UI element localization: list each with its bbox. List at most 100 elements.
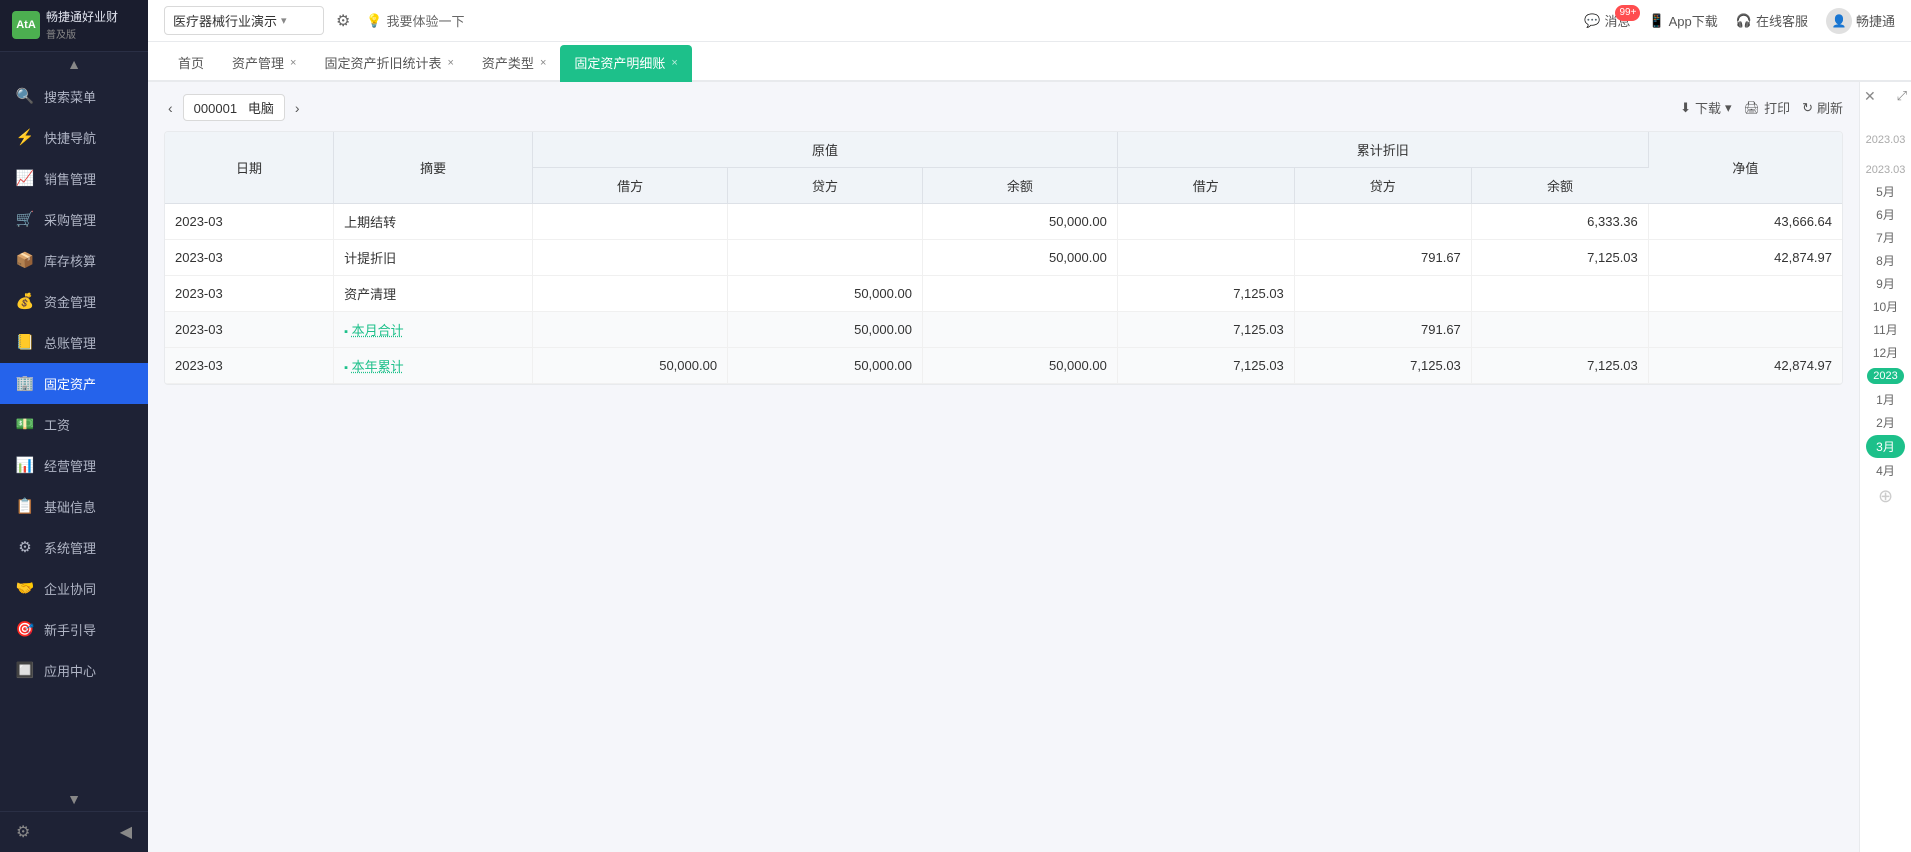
table-row-summary: 计提折旧: [334, 240, 533, 276]
table-row-summary[interactable]: ▪ 本年累计: [334, 348, 533, 384]
chevron-down-icon: ▾: [1725, 100, 1732, 116]
table-row-orig-credit: 50,000.00: [728, 276, 923, 312]
table-row-depr-credit: 791.67: [1294, 240, 1471, 276]
sidebar-item-system[interactable]: ⚙ 系统管理: [0, 527, 148, 568]
table-row-depr-balance: 7,125.03: [1471, 240, 1648, 276]
tab-home[interactable]: 首页: [164, 45, 218, 82]
table-row-net-value: 42,874.97: [1648, 348, 1842, 384]
sidebar-item-fixed-assets[interactable]: 🏢 固定资产: [0, 363, 148, 404]
sidebar-scroll-down[interactable]: ▼: [0, 787, 148, 811]
timeline-month-8[interactable]: 8月: [1860, 249, 1911, 272]
tab-asset-type[interactable]: 资产类型 ×: [468, 45, 560, 82]
sidebar-item-search[interactable]: 🔍 搜索菜单: [0, 76, 148, 117]
table-row-orig-credit: [728, 204, 923, 240]
sidebar-item-inventory[interactable]: 📦 库存核算: [0, 240, 148, 281]
timeline-month-2[interactable]: 2月: [1860, 411, 1911, 434]
tab-depreciation-stats[interactable]: 固定资产折旧统计表 ×: [310, 45, 467, 82]
customer-service-btn[interactable]: 🎧 在线客服: [1736, 11, 1808, 30]
tab-close-icon[interactable]: ×: [447, 57, 453, 69]
timeline-month-1[interactable]: 1月: [1860, 388, 1911, 411]
company-settings-icon[interactable]: ⚙: [336, 11, 350, 31]
timeline-month-12[interactable]: 12月: [1860, 341, 1911, 364]
sidebar-item-funds[interactable]: 💰 资金管理: [0, 281, 148, 322]
avatar: 👤: [1826, 8, 1852, 34]
table-row-orig-balance: [922, 312, 1117, 348]
tab-label: 固定资产折旧统计表: [324, 53, 441, 72]
sidebar-item-guide[interactable]: 🎯 新手引导: [0, 609, 148, 650]
sidebar-item-base-info[interactable]: 📋 基础信息: [0, 486, 148, 527]
topbar: 医疗器械行业演示 ▾ ⚙ 💡 我要体验一下 💬 消息 99+ 📱 App下载 🎧…: [148, 0, 1911, 42]
message-icon: 💬: [1584, 13, 1600, 29]
info-icon: 📋: [16, 497, 34, 515]
table-row-net-value: 42,874.97: [1648, 240, 1842, 276]
refresh-icon: ↻: [1802, 100, 1813, 116]
col-depr-credit: 贷方: [1294, 168, 1471, 204]
table-row-summary[interactable]: ▪ 本月合计: [334, 312, 533, 348]
experience-btn[interactable]: 💡 我要体验一下: [366, 11, 464, 30]
sidebar-item-quick-nav[interactable]: ⚡ 快捷导航: [0, 117, 148, 158]
message-btn[interactable]: 💬 消息 99+: [1584, 11, 1630, 30]
timeline-month-11[interactable]: 11月: [1860, 318, 1911, 341]
tab-close-icon[interactable]: ×: [671, 57, 677, 69]
timeline-month-9[interactable]: 9月: [1860, 272, 1911, 295]
tab-asset-management[interactable]: 资产管理 ×: [218, 45, 310, 82]
tab-close-icon[interactable]: ×: [540, 57, 546, 69]
chevron-down-icon: ▾: [281, 14, 287, 27]
app-edition: 普及版: [46, 26, 118, 41]
col-original-value: 原值: [533, 132, 1118, 168]
headset-icon: 🎧: [1736, 13, 1752, 29]
app-title: 畅捷通好业财: [46, 10, 118, 26]
timeline-month-6[interactable]: 6月: [1860, 203, 1911, 226]
chart-icon: 📈: [16, 169, 34, 187]
sidebar-item-cooperation[interactable]: 🤝 企业协同: [0, 568, 148, 609]
company-selector[interactable]: 医疗器械行业演示 ▾: [164, 6, 324, 35]
timeline-expand-btn[interactable]: ⤢: [1897, 88, 1907, 104]
table-row-depr-credit: [1294, 276, 1471, 312]
table-row-depr-debit: 7,125.03: [1117, 276, 1294, 312]
col-depr-debit: 借方: [1117, 168, 1294, 204]
table-row-depr-credit: [1294, 204, 1471, 240]
timeline-month-5[interactable]: 5月: [1860, 180, 1911, 203]
table-row-depr-debit: 7,125.03: [1117, 348, 1294, 384]
tab-asset-ledger[interactable]: 固定资产明细账 ×: [560, 45, 691, 82]
table-row-summary: 上期结转: [334, 204, 533, 240]
collapse-sidebar-icon[interactable]: ◀: [120, 822, 132, 842]
table-row-depr-balance: [1471, 312, 1648, 348]
timeline-close-btn[interactable]: ✕: [1864, 88, 1876, 105]
col-accumulated-depreciation: 累计折旧: [1117, 132, 1648, 168]
sidebar-item-label: 工资: [44, 415, 70, 434]
timeline-month-10[interactable]: 10月: [1860, 295, 1911, 318]
table-row-net-value: 43,666.64: [1648, 204, 1842, 240]
print-btn[interactable]: 🖨 打印: [1744, 98, 1791, 117]
sidebar-item-payroll[interactable]: 💵 工资: [0, 404, 148, 445]
sidebar-scroll-up[interactable]: ▲: [0, 52, 148, 76]
handshake-icon: 🤝: [16, 579, 34, 597]
prev-asset-btn[interactable]: ‹: [164, 98, 177, 118]
refresh-btn[interactable]: ↻ 刷新: [1802, 98, 1843, 117]
app-download-btn[interactable]: 📱 App下载: [1648, 11, 1717, 30]
timeline-month-7[interactable]: 7月: [1860, 226, 1911, 249]
timeline-month-3-active[interactable]: 3月: [1866, 435, 1905, 458]
sidebar-item-purchase[interactable]: 🛒 采购管理: [0, 199, 148, 240]
content-main: ‹ 000001 电脑 › ⬇ 下载 ▾ 🖨: [148, 82, 1859, 852]
sidebar-item-ledger[interactable]: 📒 总账管理: [0, 322, 148, 363]
settings-icon[interactable]: ⚙: [16, 822, 30, 842]
asset-nav-left: ‹ 000001 电脑 ›: [164, 94, 304, 121]
col-summary: 摘要: [334, 132, 533, 204]
sidebar-item-sales[interactable]: 📈 销售管理: [0, 158, 148, 199]
next-asset-btn[interactable]: ›: [291, 98, 304, 118]
sidebar-item-operations[interactable]: 📊 经营管理: [0, 445, 148, 486]
sidebar-item-app-center[interactable]: 🔲 应用中心: [0, 650, 148, 691]
user-info[interactable]: 👤 畅捷通: [1826, 8, 1895, 34]
table-row-depr-debit: [1117, 240, 1294, 276]
sidebar-item-label: 企业协同: [44, 579, 96, 598]
asset-code: 000001: [194, 101, 237, 116]
gear-icon: ⚙: [16, 538, 34, 556]
sidebar-item-label: 应用中心: [44, 661, 96, 680]
table-row-orig-balance: 50,000.00: [922, 240, 1117, 276]
timeline-month-4[interactable]: 4月: [1860, 459, 1911, 482]
tab-close-icon[interactable]: ×: [290, 57, 296, 69]
timeline-add-btn[interactable]: ⊕: [1878, 486, 1893, 507]
download-btn[interactable]: ⬇ 下载 ▾: [1680, 98, 1731, 117]
timeline-current-year-badge[interactable]: 2023: [1867, 368, 1903, 384]
